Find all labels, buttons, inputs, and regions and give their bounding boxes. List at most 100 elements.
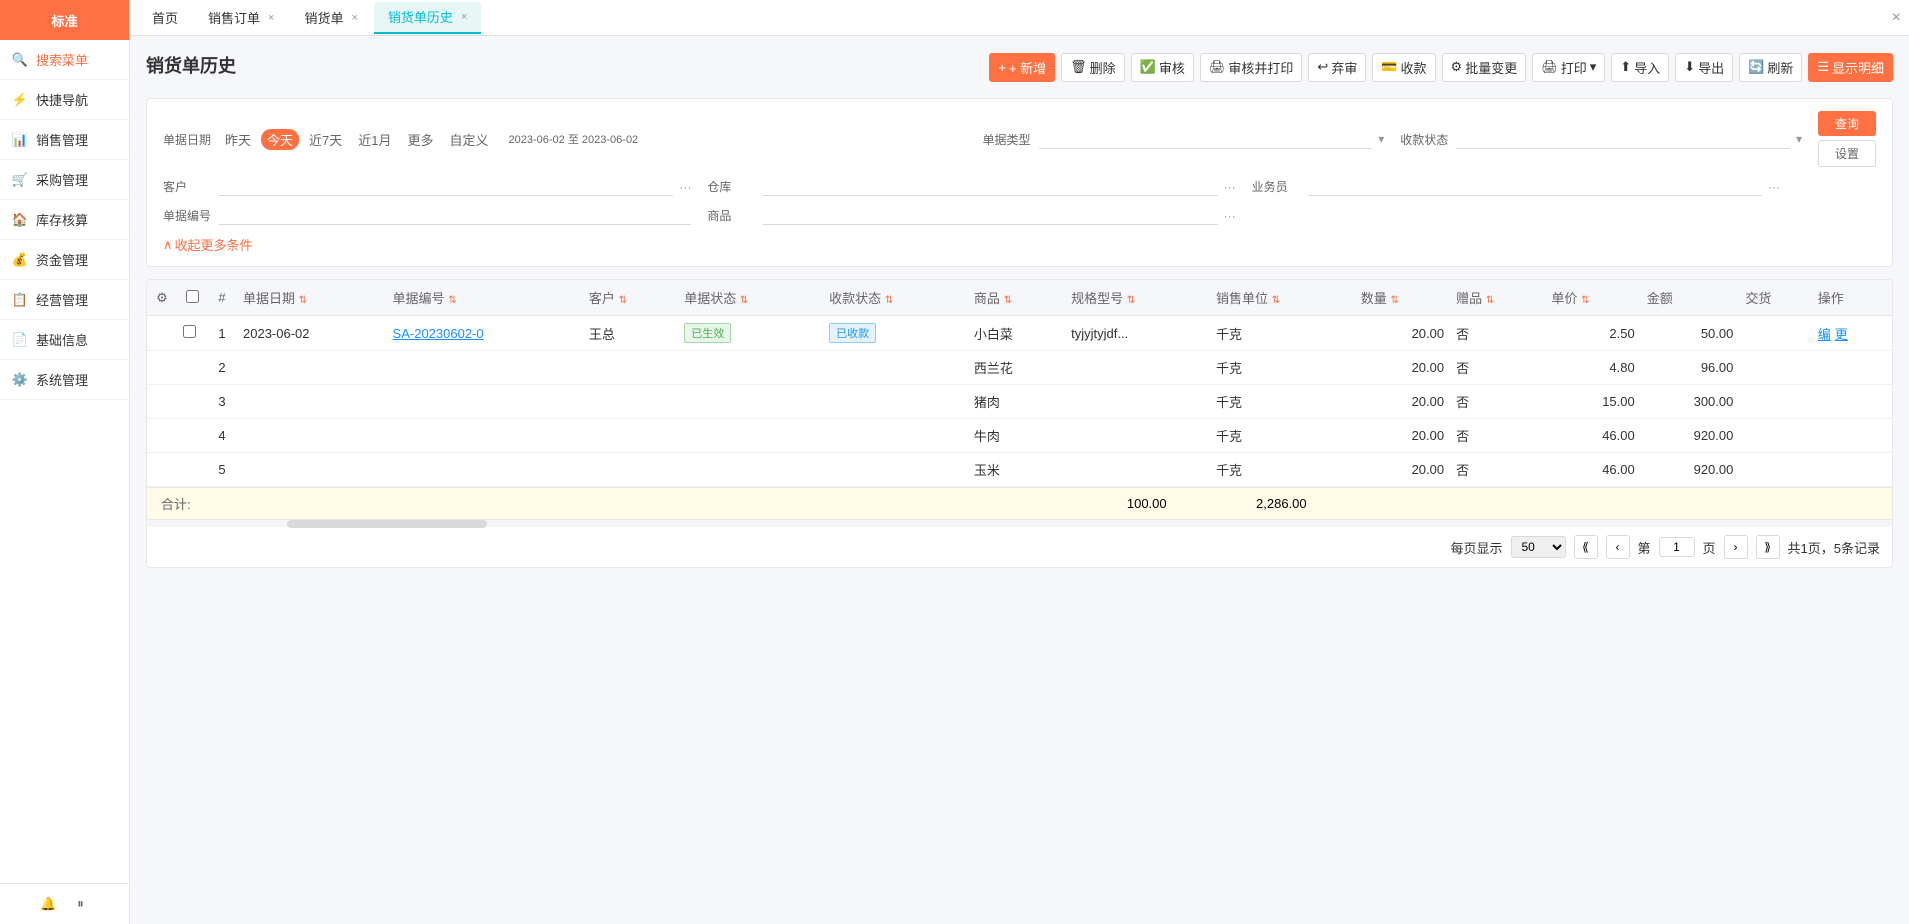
sidebar-item-finance[interactable]: 💰 资金管理	[0, 240, 129, 280]
cell-amount: 920.00	[1641, 453, 1740, 487]
total-qty: 100.00	[1099, 496, 1179, 511]
staff-input[interactable]	[1308, 177, 1762, 196]
col-doc-status[interactable]: 单据状态 ⇅	[678, 280, 823, 316]
date-tag-custom[interactable]: 自定义	[444, 129, 495, 150]
customer-picker-icon[interactable]: ···	[679, 180, 691, 194]
page-next-button[interactable]: ›	[1724, 535, 1748, 559]
per-page-label: 每页显示	[1450, 538, 1502, 557]
col-settings[interactable]: ⚙	[147, 280, 177, 316]
refresh-button[interactable]: 🔄 刷新	[1739, 53, 1802, 82]
date-tag-7days[interactable]: 近7天	[303, 129, 348, 150]
payment-status-dropdown-icon[interactable]: ▾	[1796, 132, 1802, 146]
sidebar-item-quick-nav[interactable]: ⚡ 快捷导航	[0, 80, 129, 120]
delete-button[interactable]: 🗑 删除	[1061, 53, 1125, 82]
doc-num-input[interactable]	[219, 206, 691, 225]
audit-print-button[interactable]: 🖨 审核并打印	[1200, 53, 1303, 82]
col-gift[interactable]: 赠品 ⇅	[1450, 280, 1545, 316]
date-tag-1month[interactable]: 近1月	[352, 129, 397, 150]
payment-status-input[interactable]	[1456, 130, 1790, 149]
col-check[interactable]	[177, 280, 207, 316]
sidebar-item-sales-mgmt[interactable]: 📊 销售管理	[0, 120, 129, 160]
tab-sales-order[interactable]: 销售订单 ×	[194, 2, 288, 34]
show-detail-button[interactable]: ☰ 显示明细	[1808, 53, 1893, 82]
tab-home[interactable]: 首页	[138, 2, 192, 34]
import-button[interactable]: ⬆ 导入	[1611, 53, 1669, 82]
cell-amount: 50.00	[1641, 316, 1740, 351]
page-first-button[interactable]: ⟪	[1574, 535, 1598, 559]
doc-type-dropdown-icon[interactable]: ▾	[1378, 132, 1384, 146]
date-tag-more[interactable]: 更多	[402, 129, 440, 150]
tab-sales-delivery[interactable]: 销货单 ×	[290, 2, 371, 34]
sort-qty-icon: ⇅	[1390, 295, 1398, 306]
sidebar-item-inventory[interactable]: 🏠 库存核算	[0, 200, 129, 240]
staff-picker-icon[interactable]: ···	[1768, 180, 1780, 194]
date-tag-today[interactable]: 今天	[261, 129, 299, 150]
new-button[interactable]: + + 新增	[989, 53, 1055, 82]
col-qty[interactable]: 数量 ⇅	[1355, 280, 1450, 316]
table-row: 4 牛肉 千克 20.00 否 46.00 920.00	[147, 419, 1892, 453]
notification-icon[interactable]: 🔔	[37, 892, 61, 916]
col-payment-status[interactable]: 收款状态 ⇅	[823, 280, 968, 316]
col-trade-label: 交货	[1745, 291, 1771, 306]
cell-spec	[1065, 385, 1210, 419]
audit-button[interactable]: ✅ 审核	[1131, 53, 1194, 82]
sidebar-item-search-menu[interactable]: 🔍 搜索菜单	[0, 40, 129, 80]
cell-check[interactable]	[177, 419, 207, 453]
cell-check[interactable]	[177, 385, 207, 419]
sidebar-item-operations[interactable]: 📋 经营管理	[0, 280, 129, 320]
horizontal-scrollbar[interactable]	[147, 519, 1892, 527]
col-customer[interactable]: 客户 ⇅	[583, 280, 678, 316]
warehouse-input[interactable]	[763, 177, 1217, 196]
product-picker-icon[interactable]: ···	[1224, 209, 1236, 223]
edit-action-link[interactable]: 编	[1818, 327, 1831, 342]
cell-check[interactable]	[177, 316, 207, 351]
cell-doc-status	[678, 385, 823, 419]
page-number-input[interactable]	[1659, 537, 1695, 557]
query-settings-button[interactable]: 设置	[1818, 140, 1876, 167]
page-last-button[interactable]: ⟫	[1756, 535, 1780, 559]
pause-icon[interactable]: ⏸	[69, 892, 93, 916]
row-checkbox[interactable]	[183, 325, 196, 338]
cell-trade	[1739, 351, 1811, 385]
collect-button[interactable]: 💳 收款	[1372, 53, 1435, 82]
tab-sales-history-close[interactable]: ×	[461, 11, 467, 23]
cell-check[interactable]	[177, 453, 207, 487]
collapse-filter-button[interactable]: ∧ 收起更多条件	[163, 235, 1876, 254]
doc-type-input[interactable]	[1039, 130, 1373, 149]
col-unit[interactable]: 销售单位 ⇅	[1210, 280, 1355, 316]
select-all-checkbox[interactable]	[186, 290, 199, 303]
abandon-button[interactable]: ↩ 弃审	[1308, 53, 1366, 82]
col-spec[interactable]: 规格型号 ⇅	[1065, 280, 1210, 316]
tab-sales-delivery-close[interactable]: ×	[351, 12, 357, 24]
date-tag-yesterday[interactable]: 昨天	[219, 129, 257, 150]
cell-actions	[1812, 419, 1892, 453]
col-doc-num[interactable]: 单据编号 ⇅	[387, 280, 583, 316]
tab-sales-history[interactable]: 销货单历史 ×	[374, 2, 481, 34]
filter-payment-status: 收款状态 ▾	[1400, 130, 1802, 149]
warehouse-picker-icon[interactable]: ···	[1224, 180, 1236, 194]
doc-num-link[interactable]: SA-20230602-0	[393, 326, 484, 341]
sidebar-item-basic-info[interactable]: 📄 基础信息	[0, 320, 129, 360]
product-input[interactable]	[763, 206, 1217, 225]
sidebar-item-purchase-mgmt[interactable]: 🛒 采购管理	[0, 160, 129, 200]
sidebar-item-system[interactable]: ⚙️ 系统管理	[0, 360, 129, 400]
tab-bar-close-all[interactable]: ×	[1892, 9, 1901, 27]
export-button[interactable]: ⬇ 导出	[1675, 53, 1733, 82]
print-button[interactable]: 🖨 打印 ▾	[1532, 53, 1605, 82]
customer-input[interactable]	[219, 177, 673, 196]
col-product[interactable]: 商品 ⇅	[968, 280, 1065, 316]
col-price[interactable]: 单价 ⇅	[1545, 280, 1640, 316]
query-search-button[interactable]: 查询	[1818, 111, 1876, 136]
col-payment-status-label: 收款状态	[829, 291, 881, 306]
page-prev-button[interactable]: ‹	[1606, 535, 1630, 559]
cell-unit: 千克	[1210, 351, 1355, 385]
tab-sales-order-close[interactable]: ×	[268, 12, 274, 24]
cell-doc-num	[387, 453, 583, 487]
cell-check[interactable]	[177, 351, 207, 385]
batch-change-button[interactable]: ⚙ 批量变更	[1442, 53, 1527, 82]
cell-gift: 否	[1450, 453, 1545, 487]
cell-doc-status	[678, 351, 823, 385]
per-page-select[interactable]: 50 100 200	[1511, 536, 1566, 558]
col-date[interactable]: 单据日期 ⇅	[237, 280, 387, 316]
more-action-link[interactable]: 更	[1835, 327, 1848, 342]
